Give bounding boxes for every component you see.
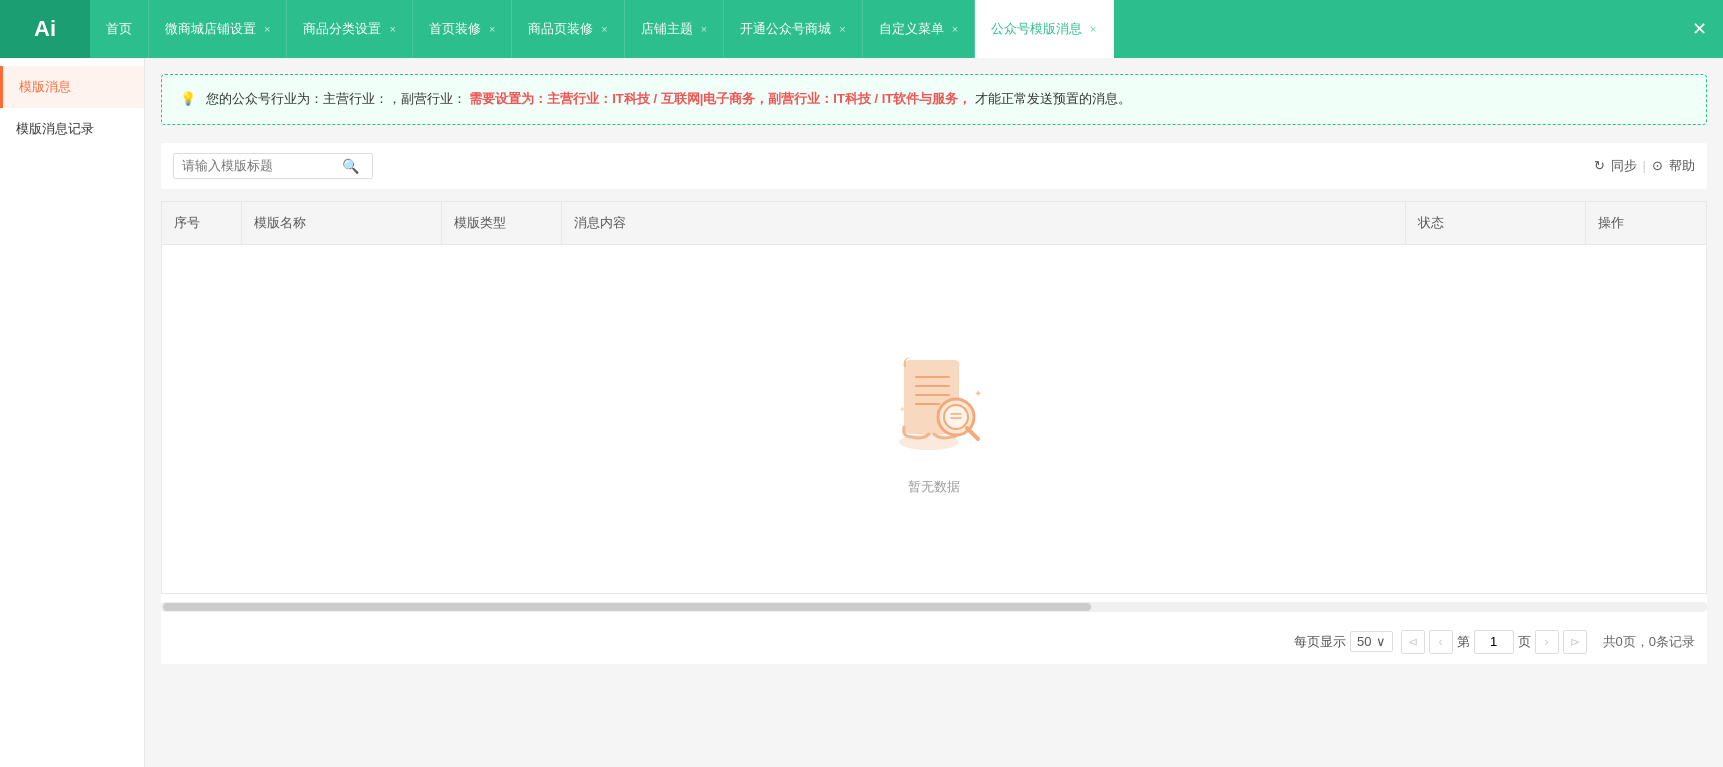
- col-type: 模版类型: [442, 202, 562, 244]
- sync-button[interactable]: 同步: [1611, 157, 1637, 175]
- page-size-label: 每页显示: [1294, 633, 1346, 651]
- top-nav: Ai 首页微商城店铺设置×商品分类设置×首页装修×商品页装修×店铺主题×开通公众…: [0, 0, 1723, 58]
- notice-icon: 💡: [180, 91, 196, 106]
- tab-close-icon-2[interactable]: ×: [389, 23, 395, 35]
- tab-close-icon-7[interactable]: ×: [952, 23, 958, 35]
- col-name: 模版名称: [242, 202, 442, 244]
- nav-tab-1[interactable]: 微商城店铺设置×: [149, 0, 287, 58]
- prev-page-button[interactable]: ‹: [1429, 630, 1453, 654]
- page-input[interactable]: [1474, 630, 1514, 654]
- pagination: 每页显示 50 ∨ ⊲ ‹ 第 页 › ⊳ 共0页，0条记录: [161, 620, 1707, 664]
- nav-tabs: 首页微商城店铺设置×商品分类设置×首页装修×商品页装修×店铺主题×开通公众号商城…: [90, 0, 1692, 58]
- page-word-di: 第: [1457, 633, 1470, 651]
- svg-line-7: [967, 428, 978, 439]
- svg-text:✦: ✦: [899, 405, 906, 414]
- tab-close-icon-5[interactable]: ×: [701, 23, 707, 35]
- help-icon: ⊙: [1652, 158, 1663, 173]
- sidebar-item-template-message[interactable]: 模版消息: [0, 66, 144, 108]
- notice-box: 💡 您的公众号行业为：主营行业：，副营行业： 需要设置为：主营行业：IT科技 /…: [161, 74, 1707, 125]
- search-icon[interactable]: 🔍: [342, 158, 359, 174]
- page-nav: ⊲ ‹ 第 页 › ⊳: [1401, 630, 1587, 654]
- total-info: 共0页，0条记录: [1603, 633, 1695, 651]
- table: 序号 模版名称 模版类型 消息内容 状态 操作: [161, 201, 1707, 664]
- last-page-button[interactable]: ⊳: [1563, 630, 1587, 654]
- table-body: ✦ ✦ 暂无数据: [161, 244, 1707, 594]
- nav-tab-3[interactable]: 首页装修×: [413, 0, 512, 58]
- nav-tab-5[interactable]: 店铺主题×: [625, 0, 724, 58]
- table-header: 序号 模版名称 模版类型 消息内容 状态 操作: [161, 201, 1707, 244]
- nav-tab-0[interactable]: 首页: [90, 0, 149, 58]
- svg-text:✦: ✦: [974, 388, 982, 399]
- tab-close-icon-6[interactable]: ×: [839, 23, 845, 35]
- sidebar-item-template-record[interactable]: 模版消息记录: [0, 108, 144, 150]
- scrollbar-thumb[interactable]: [163, 603, 1091, 611]
- svg-point-6: [944, 405, 968, 429]
- scrollbar-track[interactable]: [161, 602, 1707, 612]
- logo: Ai: [0, 0, 90, 58]
- search-bar: 🔍 ↻ 同步 | ⊙ 帮助: [161, 143, 1707, 189]
- nav-tab-2[interactable]: 商品分类设置×: [287, 0, 412, 58]
- tab-close-icon-1[interactable]: ×: [264, 23, 270, 35]
- col-content: 消息内容: [562, 202, 1406, 244]
- close-all-button[interactable]: ✕: [1692, 18, 1707, 40]
- empty-illustration: ✦ ✦: [874, 342, 994, 462]
- search-input-wrap: 🔍: [173, 153, 373, 179]
- nav-tab-4[interactable]: 商品页装修×: [512, 0, 624, 58]
- tab-close-icon-3[interactable]: ×: [489, 23, 495, 35]
- sync-help: ↻ 同步 | ⊙ 帮助: [1594, 157, 1695, 175]
- help-button[interactable]: 帮助: [1669, 157, 1695, 175]
- search-input[interactable]: [182, 158, 342, 173]
- page-size-select: 每页显示 50 ∨: [1294, 631, 1392, 652]
- first-page-button[interactable]: ⊲: [1401, 630, 1425, 654]
- nav-tab-7[interactable]: 自定义菜单×: [863, 0, 975, 58]
- sidebar: 模版消息 模版消息记录: [0, 58, 145, 767]
- empty-text: 暂无数据: [908, 478, 960, 496]
- nav-tab-8[interactable]: 公众号模版消息×: [975, 0, 1113, 58]
- page-size-box[interactable]: 50 ∨: [1350, 631, 1392, 652]
- empty-state: ✦ ✦ 暂无数据: [874, 302, 994, 536]
- chevron-down-icon: ∨: [1376, 634, 1386, 649]
- content-area: 💡 您的公众号行业为：主营行业：，副营行业： 需要设置为：主营行业：IT科技 /…: [145, 58, 1723, 767]
- nav-tab-6[interactable]: 开通公众号商城×: [724, 0, 862, 58]
- tab-close-icon-8[interactable]: ×: [1090, 23, 1096, 35]
- divider: |: [1643, 158, 1646, 173]
- tab-close-icon-4[interactable]: ×: [601, 23, 607, 35]
- col-index: 序号: [162, 202, 242, 244]
- page-word: 页: [1518, 633, 1531, 651]
- col-status: 状态: [1406, 202, 1586, 244]
- refresh-icon: ↻: [1594, 158, 1605, 173]
- col-action: 操作: [1586, 202, 1706, 244]
- page-size-value: 50: [1357, 634, 1371, 649]
- next-page-button[interactable]: ›: [1535, 630, 1559, 654]
- main-layout: 模版消息 模版消息记录 💡 您的公众号行业为：主营行业：，副营行业： 需要设置为…: [0, 58, 1723, 767]
